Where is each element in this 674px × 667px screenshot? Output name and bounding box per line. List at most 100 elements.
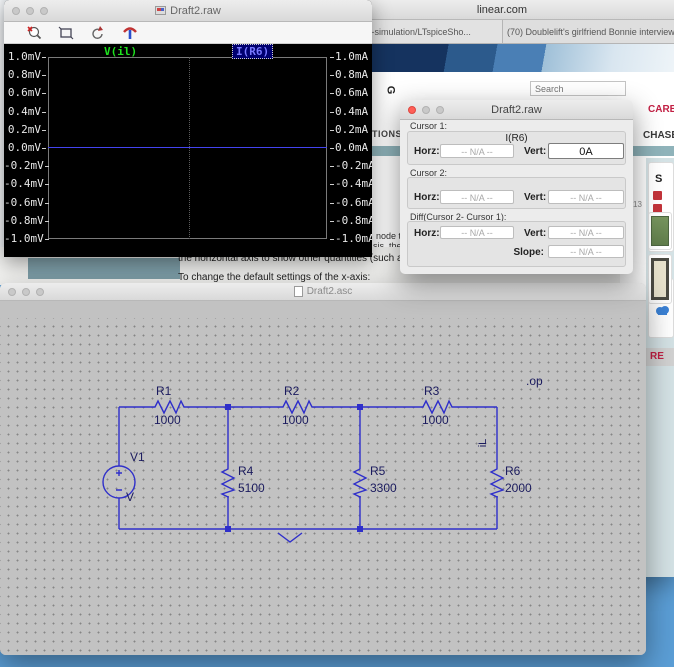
right-axis-tick: -0.8mA <box>330 215 372 227</box>
component-name-r1[interactable]: R1 <box>156 384 171 398</box>
component-name-r5[interactable]: R5 <box>370 464 385 478</box>
waveform-doc-icon <box>155 6 167 15</box>
pdf-icon[interactable] <box>653 191 662 200</box>
waveform-titlebar[interactable]: Draft2.raw <box>4 0 372 22</box>
left-axis-tick: 0.4mV <box>4 106 46 118</box>
component-name-r4[interactable]: R4 <box>238 464 253 478</box>
cursor1-vert-value[interactable]: 0A <box>548 143 624 159</box>
component-name-r2[interactable]: R2 <box>284 384 299 398</box>
maximize-button[interactable] <box>36 287 44 296</box>
maximize-button[interactable] <box>40 6 48 15</box>
cursor2-horz-value[interactable]: -- N/A -- <box>440 190 514 204</box>
plot-center-gridline <box>189 57 190 239</box>
autorange-zoom-icon[interactable] <box>26 25 42 41</box>
cursor-dialog: Draft2.raw Cursor 1: I(R6) Horz: -- N/A … <box>400 100 633 274</box>
component-value-r5[interactable]: 3300 <box>370 481 397 495</box>
zoom-box-icon[interactable] <box>58 25 74 41</box>
minimize-button[interactable] <box>422 105 430 114</box>
schematic-window: Draft2.asc (normal) R1 1000 R2 1000 R3 1… <box>0 283 646 655</box>
diff-vert-value[interactable]: -- N/A -- <box>548 226 624 239</box>
right-axis-tick: 0.0mA <box>330 142 368 154</box>
rail-text-s: S <box>655 173 663 185</box>
left-axis-tick: -0.2mV <box>4 160 46 172</box>
site-banner-image <box>330 44 674 72</box>
browser-window-title: linear.com <box>476 3 528 16</box>
close-button[interactable] <box>8 287 16 296</box>
component-value-r2[interactable]: 1000 <box>282 413 309 427</box>
undo-zoom-icon[interactable] <box>90 25 106 41</box>
component-name-r6[interactable]: R6 <box>505 464 520 478</box>
careers-link-fragment[interactable]: CAREE <box>648 104 674 115</box>
diff-horz-label: Horz: <box>414 228 440 239</box>
page-text-fragment-1: node t <box>376 231 402 241</box>
slope-label: Slope: <box>513 247 544 258</box>
purchase-link-fragment[interactable]: CHASE <box>643 130 674 141</box>
desktop: { "desktop": { "accent_blue": "#5b9ed6" … <box>0 0 674 667</box>
product-thumbnail[interactable] <box>648 254 672 304</box>
node-label-il[interactable]: iL <box>477 431 489 455</box>
vertical-text-fragment: G <box>384 85 397 95</box>
cursor1-horz-value[interactable]: -- N/A -- <box>440 144 514 158</box>
left-axis-tick: 0.2mV <box>4 124 46 136</box>
trace-label-ir6-selected[interactable]: I(R6) <box>232 44 274 59</box>
maximize-button[interactable] <box>436 105 444 114</box>
nav-menu-fragment[interactable]: TIONS <box>372 129 402 139</box>
tab-video-page[interactable]: (70) Doublelift's girlfriend Bonnie inte… <box>502 20 674 43</box>
left-axis-tick: -0.6mV <box>4 197 46 209</box>
diff-horz-value[interactable]: -- N/A -- <box>440 226 514 239</box>
trace-label-vil[interactable]: V(il) <box>104 45 137 58</box>
slope-value[interactable]: -- N/A -- <box>548 245 624 258</box>
left-axis-tick: -0.4mV <box>4 178 46 190</box>
waveform-window: Draft2.raw 1.0mV 0.8mV 0.6mV 0.4mV 0.2mV <box>4 0 372 257</box>
product-thumbnail[interactable] <box>648 212 672 250</box>
close-button[interactable] <box>408 105 416 114</box>
minimize-button[interactable] <box>26 6 34 15</box>
board-image <box>651 258 669 300</box>
schematic-window-title: Draft2.asc <box>306 286 353 297</box>
cloud-icon[interactable] <box>655 305 670 316</box>
left-axis-tick: 0.8mV <box>4 69 46 81</box>
right-axis-tick: 0.4mA <box>330 106 368 118</box>
left-axis-tick: 0.6mV <box>4 87 46 99</box>
component-value-v1[interactable]: V <box>126 490 134 504</box>
schematic-titlebar[interactable]: Draft2.asc <box>0 283 646 301</box>
site-search-input[interactable] <box>530 81 626 96</box>
cursor-dialog-titlebar[interactable]: Draft2.raw <box>400 100 633 120</box>
related-section-header: RE <box>646 348 674 366</box>
cursor2-horz-label: Horz: <box>414 192 440 203</box>
component-value-r3[interactable]: 1000 <box>422 413 449 427</box>
waveform-toolbar <box>4 22 372 44</box>
related-header-text: RE <box>650 351 664 362</box>
left-axis-tick: -0.8mV <box>4 215 46 227</box>
component-name-v1[interactable]: V1 <box>130 450 145 464</box>
component-name-r3[interactable]: R3 <box>424 384 439 398</box>
right-axis-tick: -0.2mA <box>330 160 372 172</box>
component-value-r1[interactable]: 1000 <box>154 413 181 427</box>
waveform-plot[interactable]: 1.0mV 0.8mV 0.6mV 0.4mV 0.2mV 0.0mV -0.2… <box>4 44 372 257</box>
close-button[interactable] <box>12 6 20 15</box>
schematic-doc-icon <box>293 286 303 297</box>
cursor2-vert-value[interactable]: -- N/A -- <box>548 190 624 204</box>
right-axis-tick: 1.0mA <box>330 51 368 63</box>
spice-directive[interactable]: .op <box>526 374 543 388</box>
component-value-r4[interactable]: 5100 <box>238 481 265 495</box>
minimize-button[interactable] <box>22 287 30 296</box>
right-axis-tick: -1.0mA <box>330 233 372 245</box>
right-axis-tick: -0.6mA <box>330 197 372 209</box>
trace-ir6-line[interactable] <box>48 147 327 148</box>
left-axis-tick: 1.0mV <box>4 51 46 63</box>
browser-tab-bar: ware-and-simulation/LTspiceSho... (70) D… <box>330 20 674 44</box>
waveform-window-title: Draft2.raw <box>170 4 221 17</box>
control-panel-icon[interactable] <box>122 25 138 41</box>
browser-titlebar[interactable]: linear.com <box>330 0 674 20</box>
diff-vert-label: Vert: <box>524 228 547 239</box>
cursor1-vert-label: Vert: <box>524 146 547 157</box>
schematic-canvas[interactable]: R1 1000 R2 1000 R3 1000 R4 5100 R5 3300 … <box>0 318 646 655</box>
pcb-image <box>651 216 669 246</box>
circuit-drawing <box>102 399 505 543</box>
component-value-r6[interactable]: 2000 <box>505 481 532 495</box>
cursor1-horz-label: Horz: <box>414 146 440 157</box>
plot-border <box>48 57 327 239</box>
right-axis-tick: 0.8mA <box>330 69 368 81</box>
page-image-band <box>28 258 180 279</box>
